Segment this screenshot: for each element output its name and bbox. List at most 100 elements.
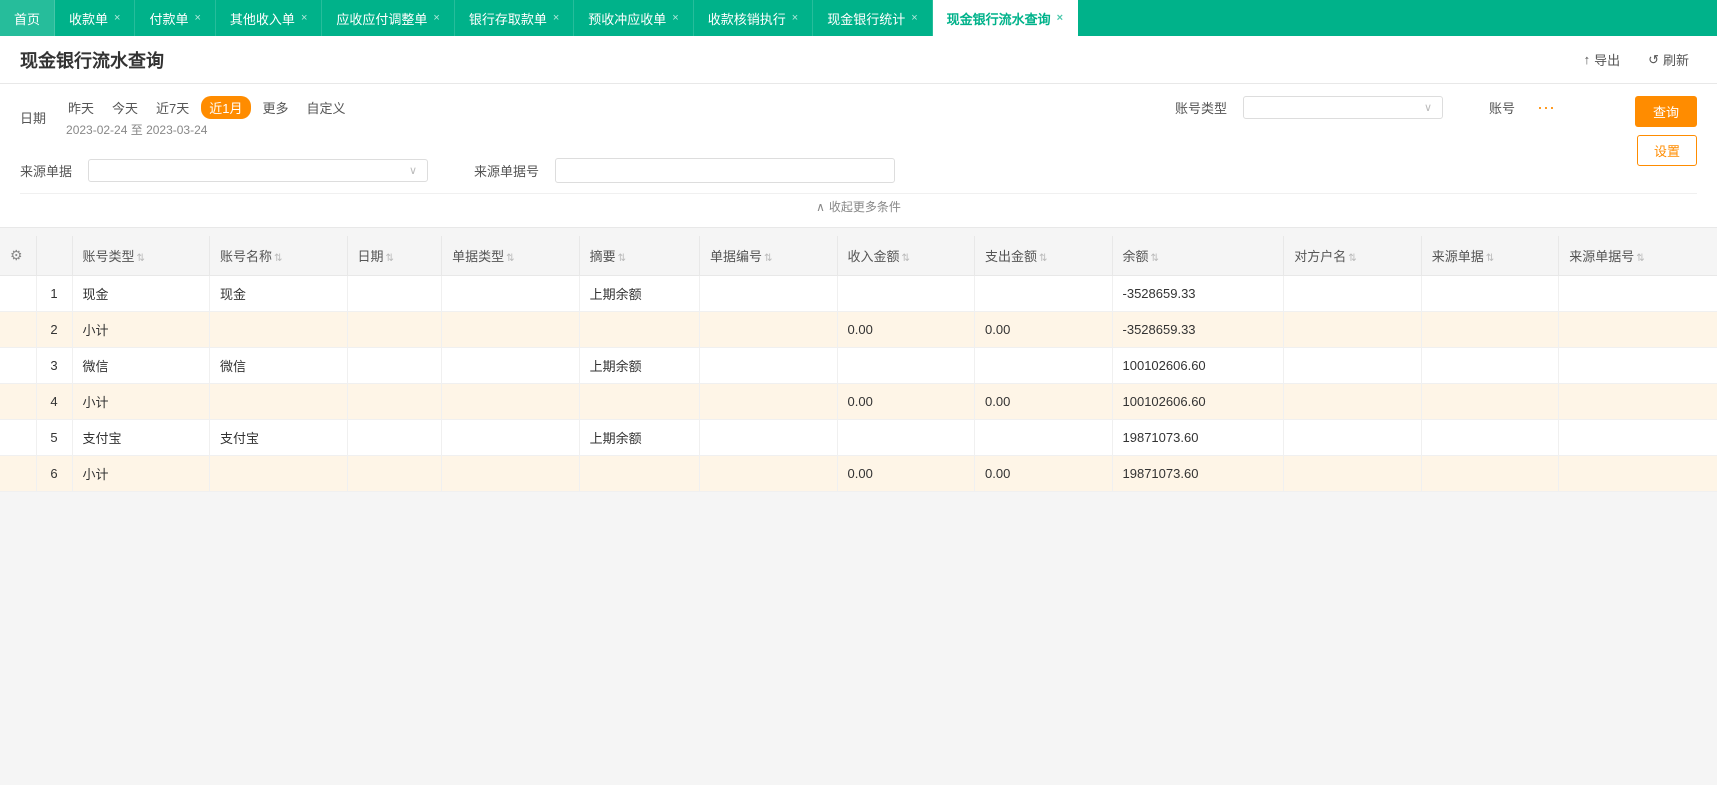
close-icon[interactable]: ×: [553, 12, 559, 24]
cell-num: 1: [36, 276, 72, 312]
cell-src_doc_no: [1559, 420, 1717, 456]
filter-right-buttons: 查询 设置: [1635, 96, 1697, 166]
table-row: 1现金现金上期余额-3528659.33: [0, 276, 1717, 312]
cell-counterpart: [1284, 312, 1422, 348]
nav-item-预收冲应收单[interactable]: 预收冲应收单 ×: [574, 0, 693, 36]
cell-expense: [975, 348, 1113, 384]
col-header-summary[interactable]: 摘要⇅: [579, 236, 699, 276]
col-header-counterpart[interactable]: 对方户名⇅: [1284, 236, 1422, 276]
nav-item-现金银行流水查询[interactable]: 现金银行流水查询×: [933, 0, 1078, 36]
col-header-balance[interactable]: 余额⇅: [1112, 236, 1284, 276]
gear-icon[interactable]: ⚙: [10, 247, 23, 263]
col-header-doc_no[interactable]: 单据编号⇅: [700, 236, 838, 276]
cell-account_type: 小计: [72, 456, 210, 492]
refresh-button[interactable]: ↺ 刷新: [1640, 46, 1697, 73]
cell-gear: [0, 348, 36, 384]
nav-label: 预收冲应收单: [588, 9, 666, 28]
close-icon[interactable]: ×: [911, 12, 917, 24]
close-icon[interactable]: ×: [114, 12, 120, 24]
nav-item-应收应付调整单[interactable]: 应收应付调整单×: [322, 0, 454, 36]
cell-doc_no: [700, 420, 838, 456]
table-row: 6小计0.000.0019871073.60: [0, 456, 1717, 492]
collapse-bar[interactable]: ∧ 收起更多条件: [20, 193, 1697, 219]
cell-gear: [0, 456, 36, 492]
col-header-gear[interactable]: ⚙: [0, 236, 36, 276]
col-header-income[interactable]: 收入金额⇅: [837, 236, 975, 276]
cell-date: [347, 276, 442, 312]
sort-icon-expense: ⇅: [1039, 253, 1047, 264]
sort-icon-date: ⇅: [386, 253, 394, 264]
sort-icon-income: ⇅: [902, 253, 910, 264]
account-type-select[interactable]: ∨: [1243, 96, 1443, 119]
account-type-label: 账号类型: [1175, 98, 1227, 117]
nav-item-付款单[interactable]: 付款单×: [135, 0, 215, 36]
col-header-doc_type[interactable]: 单据类型⇅: [442, 236, 580, 276]
table-row: 5支付宝支付宝上期余额19871073.60: [0, 420, 1717, 456]
sort-icon-balance: ⇅: [1151, 253, 1159, 264]
cell-expense: 0.00: [975, 312, 1113, 348]
nav-item-现金银行统计[interactable]: 现金银行统计 ×: [813, 0, 932, 36]
cell-account_type: 现金: [72, 276, 210, 312]
filter-left: 日期 昨天今天近7天近1月更多自定义2023-02-24 至 2023-03-2…: [20, 96, 1135, 193]
settings-button[interactable]: 设置: [1637, 135, 1697, 166]
date-shortcuts-wrapper: 昨天今天近7天近1月更多自定义2023-02-24 至 2023-03-24: [62, 96, 352, 138]
collapse-label: 收起更多条件: [829, 198, 901, 215]
close-icon[interactable]: ×: [194, 12, 200, 24]
export-label: 导出: [1594, 50, 1620, 69]
nav-item-收款核销执行[interactable]: 收款核销执行 ×: [694, 0, 813, 36]
nav-label: 银行存取款单: [469, 9, 547, 28]
date-shortcut-自定义[interactable]: 自定义: [301, 96, 352, 119]
col-header-date[interactable]: 日期⇅: [347, 236, 442, 276]
cell-num: 4: [36, 384, 72, 420]
cell-summary: [579, 384, 699, 420]
close-icon[interactable]: ×: [301, 12, 307, 24]
nav-item-银行存取款单[interactable]: 银行存取款单 ×: [455, 0, 574, 36]
cell-counterpart: [1284, 456, 1422, 492]
cell-gear: [0, 384, 36, 420]
source-doc-select[interactable]: ∨: [88, 159, 428, 182]
nav-item-其他收入单[interactable]: 其他收入单×: [216, 0, 322, 36]
cell-gear: [0, 276, 36, 312]
cell-account_type: 小计: [72, 312, 210, 348]
source-doc-no-input[interactable]: [555, 158, 895, 183]
header-row: ⚙ 账号类型⇅账号名称⇅日期⇅单据类型⇅摘要⇅单据编号⇅收入金额⇅支出金额⇅余额⇅…: [0, 236, 1717, 276]
cell-balance: 19871073.60: [1112, 420, 1284, 456]
date-shortcut-今天[interactable]: 今天: [106, 96, 144, 119]
nav-label: 现金银行统计: [827, 9, 905, 28]
cell-doc_no: [700, 276, 838, 312]
cell-doc_type: [442, 312, 580, 348]
date-shortcut-近7天[interactable]: 近7天: [150, 96, 195, 119]
close-icon[interactable]: ×: [672, 12, 678, 24]
cell-account_name: 支付宝: [210, 420, 348, 456]
nav-label: 收款核销执行: [708, 9, 786, 28]
cell-src_doc_no: [1559, 348, 1717, 384]
close-icon[interactable]: ×: [792, 12, 798, 24]
export-button[interactable]: ↑ 导出: [1576, 46, 1629, 73]
date-shortcut-更多[interactable]: 更多: [257, 96, 295, 119]
date-shortcut-近1月[interactable]: 近1月: [201, 96, 250, 119]
col-header-account_name[interactable]: 账号名称⇅: [210, 236, 348, 276]
cell-num: 5: [36, 420, 72, 456]
cell-account_name: 微信: [210, 348, 348, 384]
close-icon[interactable]: ×: [433, 12, 439, 24]
cell-counterpart: [1284, 384, 1422, 420]
col-header-expense[interactable]: 支出金额⇅: [975, 236, 1113, 276]
sort-icon-doc_type: ⇅: [506, 253, 514, 264]
nav-item-首页[interactable]: 首页: [0, 0, 55, 36]
col-header-src_doc[interactable]: 来源单据⇅: [1421, 236, 1559, 276]
cell-account_name: [210, 312, 348, 348]
col-header-account_type[interactable]: 账号类型⇅: [72, 236, 210, 276]
col-header-num[interactable]: [36, 236, 72, 276]
cell-num: 2: [36, 312, 72, 348]
date-shortcut-昨天[interactable]: 昨天: [62, 96, 100, 119]
cell-doc_type: [442, 276, 580, 312]
export-icon: ↑: [1584, 52, 1591, 67]
source-doc-arrow-icon: ∨: [409, 164, 417, 177]
account-dots-button[interactable]: ···: [1531, 97, 1561, 118]
query-button[interactable]: 查询: [1635, 96, 1697, 127]
nav-item-收款单[interactable]: 收款单×: [55, 0, 135, 36]
col-header-src_doc_no[interactable]: 来源单据号⇅: [1559, 236, 1717, 276]
close-icon[interactable]: ×: [1057, 12, 1063, 24]
cell-balance: -3528659.33: [1112, 312, 1284, 348]
sort-icon-src_doc_no: ⇅: [1636, 253, 1644, 264]
